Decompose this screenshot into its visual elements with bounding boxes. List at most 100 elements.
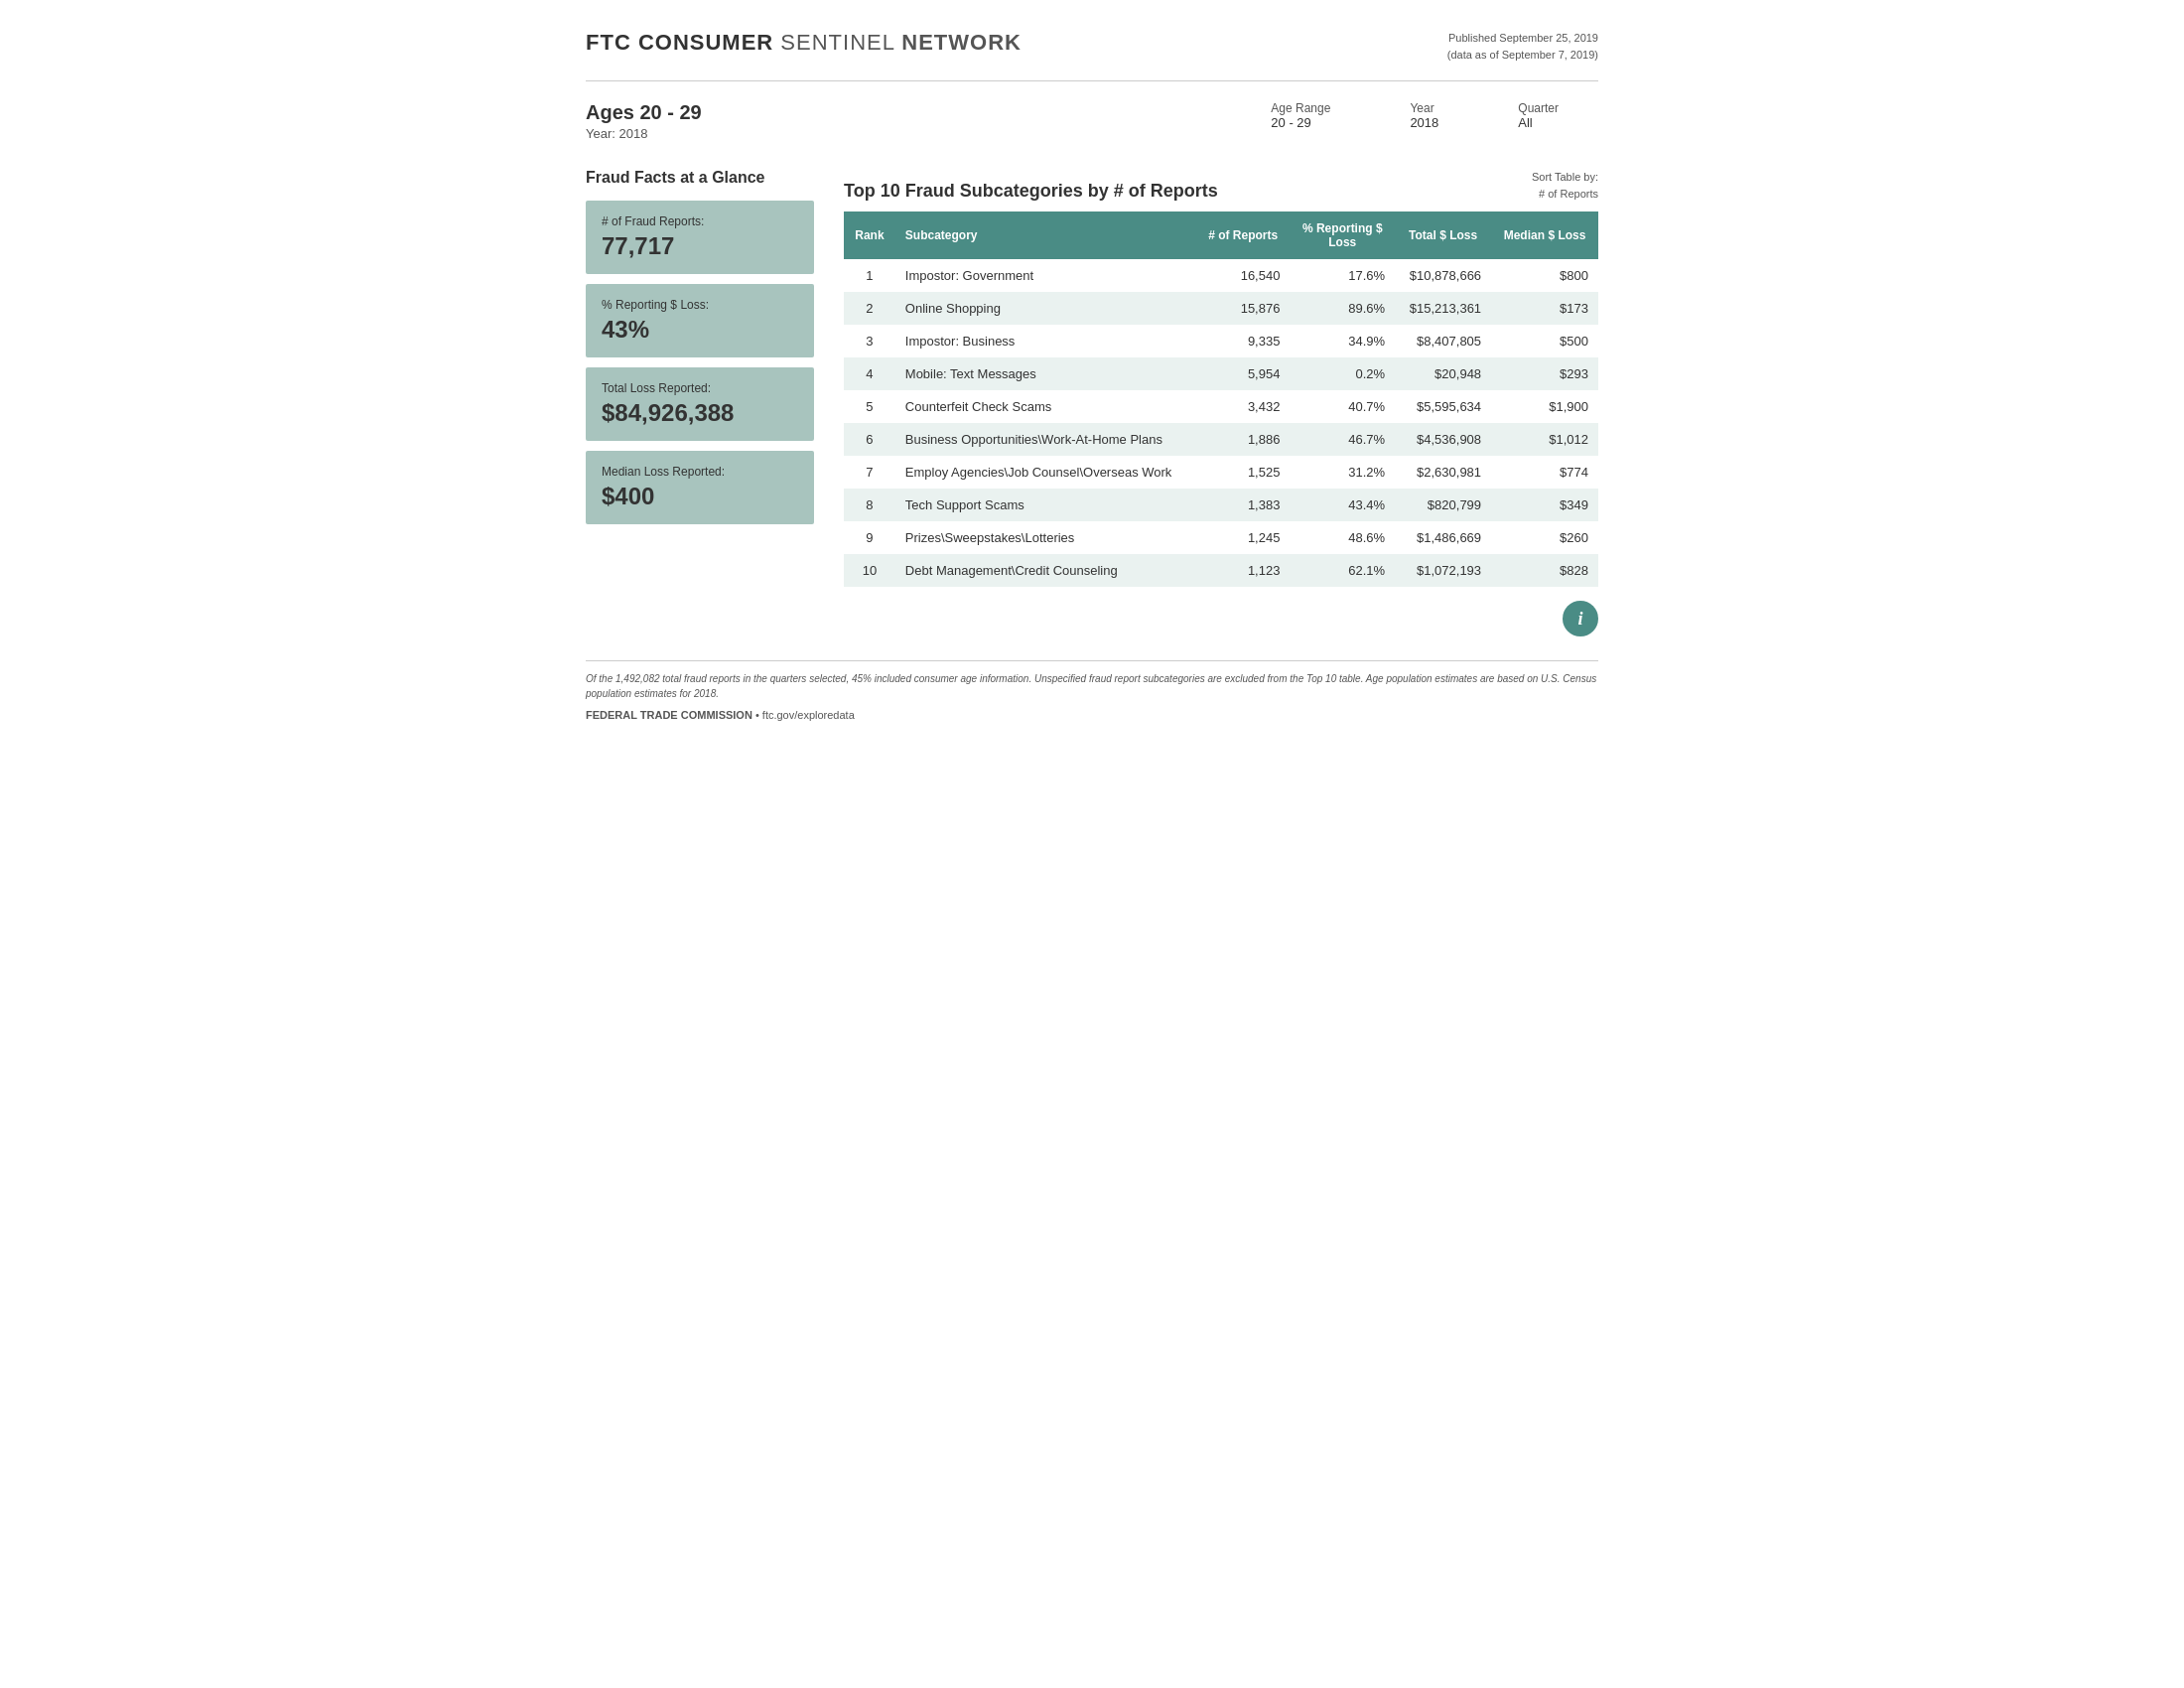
logo-ftc: FTC [586, 30, 631, 55]
cell-pct-6: 31.2% [1290, 456, 1395, 489]
age-section: Ages 20 - 29 Year: 2018 Age Range 20 - 2… [586, 101, 1598, 141]
cell-median-loss-6: $774 [1491, 456, 1598, 489]
cell-subcategory-9: Debt Management\Credit Counseling [895, 554, 1196, 587]
table-row: 8 Tech Support Scams 1,383 43.4% $820,79… [844, 489, 1598, 521]
col-reports: # of Reports [1196, 211, 1291, 259]
cell-rank-9: 10 [844, 554, 895, 587]
fact-card-0: # of Fraud Reports: 77,717 [586, 201, 814, 274]
cell-pct-5: 46.7% [1290, 423, 1395, 456]
fact-value-3: $400 [602, 483, 798, 510]
table-row: 1 Impostor: Government 16,540 17.6% $10,… [844, 259, 1598, 292]
cell-subcategory-0: Impostor: Government [895, 259, 1196, 292]
year-label: Year [1410, 101, 1438, 115]
age-range-item: Age Range 20 - 29 [1271, 101, 1330, 130]
fact-label-3: Median Loss Reported: [602, 465, 798, 479]
cell-median-loss-5: $1,012 [1491, 423, 1598, 456]
fraud-facts-title: Fraud Facts at a Glance [586, 169, 814, 187]
fact-value-1: 43% [602, 316, 798, 344]
cell-median-loss-7: $349 [1491, 489, 1598, 521]
sort-label: Sort Table by: [1532, 171, 1598, 183]
cell-subcategory-6: Employ Agencies\Job Counsel\Overseas Wor… [895, 456, 1196, 489]
cell-reports-0: 16,540 [1196, 259, 1291, 292]
cell-median-loss-8: $260 [1491, 521, 1598, 554]
table-header-row-el: Rank Subcategory # of Reports % Reportin… [844, 211, 1598, 259]
cell-rank-5: 6 [844, 423, 895, 456]
age-range-value: 20 - 29 [1271, 115, 1330, 130]
cell-pct-3: 0.2% [1290, 357, 1395, 390]
page-header: FTC CONSUMER SENTINEL NETWORK Published … [586, 30, 1598, 63]
cell-subcategory-5: Business Opportunities\Work-At-Home Plan… [895, 423, 1196, 456]
cell-pct-4: 40.7% [1290, 390, 1395, 423]
cell-total-loss-8: $1,486,669 [1395, 521, 1491, 554]
fact-card-3: Median Loss Reported: $400 [586, 451, 814, 524]
year-item: Year 2018 [1410, 101, 1438, 130]
header-divider [586, 80, 1598, 81]
cell-pct-8: 48.6% [1290, 521, 1395, 554]
fact-card-2: Total Loss Reported: $84,926,388 [586, 367, 814, 441]
table-row: 7 Employ Agencies\Job Counsel\Overseas W… [844, 456, 1598, 489]
cell-subcategory-2: Impostor: Business [895, 325, 1196, 357]
main-content: Fraud Facts at a Glance # of Fraud Repor… [586, 169, 1598, 636]
table-section: Top 10 Fraud Subcategories by # of Repor… [844, 169, 1598, 636]
cell-pct-9: 62.1% [1290, 554, 1395, 587]
fact-card-1: % Reporting $ Loss: 43% [586, 284, 814, 357]
footer-agency-name: FEDERAL TRADE COMMISSION [586, 709, 752, 721]
age-subtitle: Year: 2018 [586, 126, 745, 141]
cell-reports-3: 5,954 [1196, 357, 1291, 390]
cell-reports-2: 9,335 [1196, 325, 1291, 357]
table-row: 10 Debt Management\Credit Counseling 1,1… [844, 554, 1598, 587]
table-body: 1 Impostor: Government 16,540 17.6% $10,… [844, 259, 1598, 587]
quarter-item: Quarter All [1518, 101, 1559, 130]
table-row: 2 Online Shopping 15,876 89.6% $15,213,3… [844, 292, 1598, 325]
fact-label-1: % Reporting $ Loss: [602, 298, 798, 312]
cell-total-loss-7: $820,799 [1395, 489, 1491, 521]
fact-cards: # of Fraud Reports: 77,717 % Reporting $ … [586, 201, 814, 524]
footer-agency: FEDERAL TRADE COMMISSION • ftc.gov/explo… [586, 709, 1598, 721]
logo-sentinel: SENTINEL [780, 30, 894, 55]
cell-reports-8: 1,245 [1196, 521, 1291, 554]
cell-rank-6: 7 [844, 456, 895, 489]
year-value: 2018 [1410, 115, 1438, 130]
footer-note: Of the 1,492,082 total fraud reports in … [586, 660, 1598, 701]
cell-subcategory-8: Prizes\Sweepstakes\Lotteries [895, 521, 1196, 554]
table-row: 5 Counterfeit Check Scams 3,432 40.7% $5… [844, 390, 1598, 423]
table-row: 4 Mobile: Text Messages 5,954 0.2% $20,9… [844, 357, 1598, 390]
quarter-label: Quarter [1518, 101, 1559, 115]
pub-line1: Published September 25, 2019 [1448, 32, 1598, 44]
info-icon[interactable]: i [1563, 601, 1598, 636]
cell-reports-7: 1,383 [1196, 489, 1291, 521]
col-rank: Rank [844, 211, 895, 259]
cell-median-loss-4: $1,900 [1491, 390, 1598, 423]
age-range-label: Age Range [1271, 101, 1330, 115]
cell-median-loss-1: $173 [1491, 292, 1598, 325]
cell-total-loss-5: $4,536,908 [1395, 423, 1491, 456]
cell-rank-7: 8 [844, 489, 895, 521]
col-subcategory: Subcategory [895, 211, 1196, 259]
fact-label-0: # of Fraud Reports: [602, 214, 798, 228]
table-row: 9 Prizes\Sweepstakes\Lotteries 1,245 48.… [844, 521, 1598, 554]
cell-rank-2: 3 [844, 325, 895, 357]
sort-value: # of Reports [1539, 188, 1598, 200]
fraud-table: Rank Subcategory # of Reports % Reportin… [844, 211, 1598, 587]
cell-pct-0: 17.6% [1290, 259, 1395, 292]
cell-total-loss-4: $5,595,634 [1395, 390, 1491, 423]
cell-total-loss-0: $10,878,666 [1395, 259, 1491, 292]
table-title: Top 10 Fraud Subcategories by # of Repor… [844, 181, 1218, 202]
cell-subcategory-7: Tech Support Scams [895, 489, 1196, 521]
footer-note-text: Of the 1,492,082 total fraud reports in … [586, 673, 1596, 699]
cell-median-loss-2: $500 [1491, 325, 1598, 357]
cell-subcategory-3: Mobile: Text Messages [895, 357, 1196, 390]
cell-rank-0: 1 [844, 259, 895, 292]
cell-rank-3: 4 [844, 357, 895, 390]
table-header-row: Top 10 Fraud Subcategories by # of Repor… [844, 169, 1598, 202]
cell-reports-6: 1,525 [1196, 456, 1291, 489]
cell-rank-1: 2 [844, 292, 895, 325]
logo-consumer: CONSUMER [638, 30, 773, 55]
col-median-loss: Median $ Loss [1491, 211, 1598, 259]
cell-rank-8: 9 [844, 521, 895, 554]
cell-total-loss-9: $1,072,193 [1395, 554, 1491, 587]
table-row: 3 Impostor: Business 9,335 34.9% $8,407,… [844, 325, 1598, 357]
col-total-loss: Total $ Loss [1395, 211, 1491, 259]
col-pct: % Reporting $Loss [1290, 211, 1395, 259]
cell-reports-4: 3,432 [1196, 390, 1291, 423]
